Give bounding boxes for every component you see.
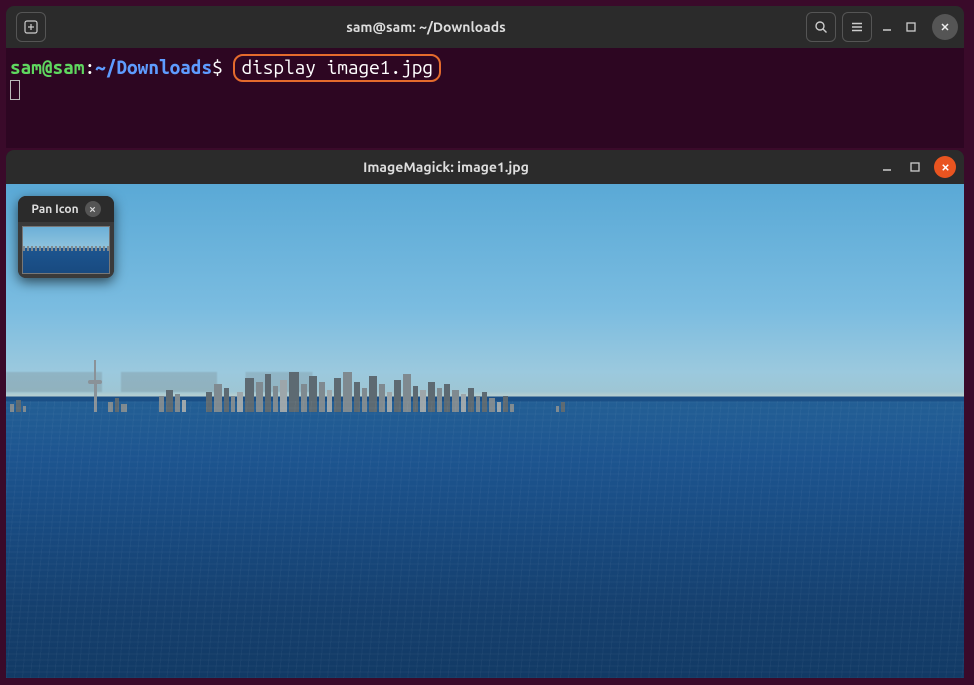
prompt-path: ~/Downloads — [95, 56, 212, 78]
terminal-minimize-button[interactable] — [878, 18, 896, 36]
terminal-cursor — [10, 80, 20, 100]
minimize-icon — [881, 21, 893, 33]
viewer-minimize-button[interactable] — [878, 158, 896, 176]
pan-title: Pan Icon — [31, 203, 78, 216]
viewer-titlebar[interactable]: ImageMagick: image1.jpg — [6, 150, 964, 184]
viewer-close-button[interactable] — [934, 156, 956, 178]
prompt-user-host: sam@sam — [10, 56, 84, 78]
hamburger-icon — [850, 20, 864, 34]
prompt-symbol: $ — [212, 56, 223, 78]
close-icon — [939, 21, 951, 33]
terminal-body[interactable]: sam@sam:~/Downloads$ display image1.jpg — [6, 48, 964, 148]
maximize-icon — [909, 161, 921, 173]
new-tab-icon — [24, 20, 38, 34]
terminal-window: sam@sam: ~/Downloads — [6, 6, 964, 148]
viewer-body[interactable]: Pan Icon — [6, 184, 964, 678]
command-highlight: display image1.jpg — [233, 54, 441, 82]
imagemagick-window: ImageMagick: image1.jpg — [6, 150, 964, 678]
viewer-maximize-button[interactable] — [906, 158, 924, 176]
viewer-title: ImageMagick: image1.jpg — [14, 159, 878, 175]
maximize-icon — [905, 21, 917, 33]
menu-button[interactable] — [842, 12, 872, 42]
pan-close-button[interactable] — [85, 201, 101, 217]
pan-body[interactable] — [18, 222, 114, 278]
search-icon — [814, 20, 828, 34]
prompt-separator: : — [84, 56, 95, 78]
terminal-close-button[interactable] — [932, 14, 958, 40]
close-icon — [88, 205, 97, 214]
new-tab-button[interactable] — [16, 12, 46, 42]
search-button[interactable] — [806, 12, 836, 42]
pan-titlebar[interactable]: Pan Icon — [18, 196, 114, 222]
pan-thumbnail[interactable] — [22, 226, 110, 274]
terminal-line: sam@sam:~/Downloads$ display image1.jpg — [10, 56, 960, 78]
terminal-maximize-button[interactable] — [902, 18, 920, 36]
terminal-title: sam@sam: ~/Downloads — [46, 19, 806, 35]
displayed-image — [6, 184, 964, 678]
pan-icon-window[interactable]: Pan Icon — [18, 196, 114, 278]
image-water — [6, 401, 964, 678]
desktop: sam@sam: ~/Downloads — [0, 0, 974, 685]
minimize-icon — [881, 161, 893, 173]
close-icon — [940, 162, 951, 173]
terminal-titlebar[interactable]: sam@sam: ~/Downloads — [6, 6, 964, 48]
